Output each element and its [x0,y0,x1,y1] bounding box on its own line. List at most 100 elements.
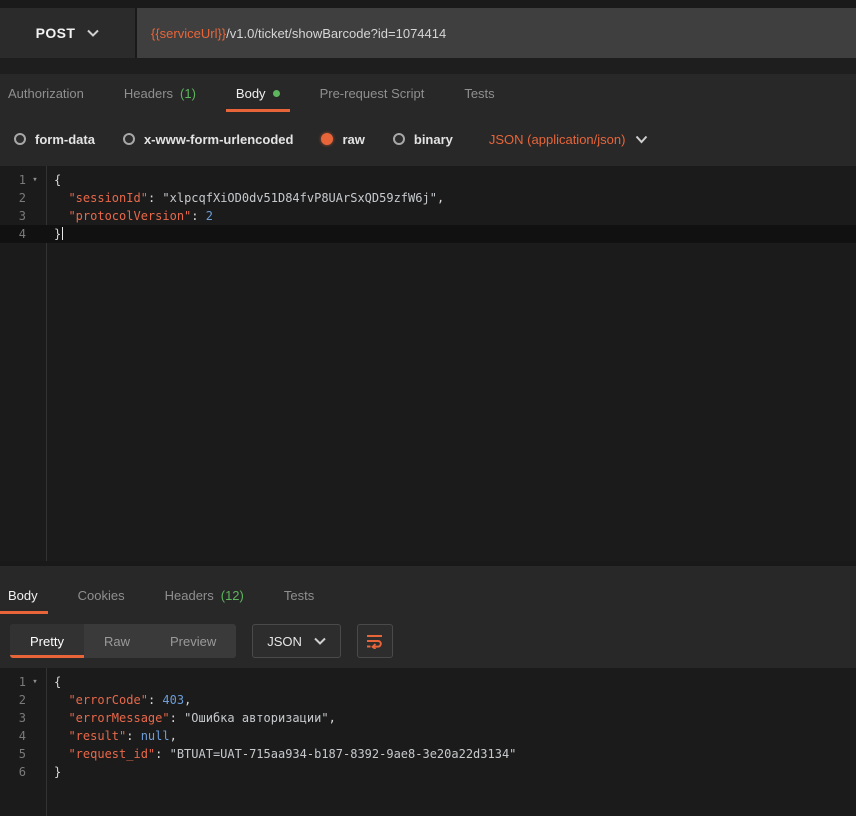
line-gutter: 4 [0,225,46,243]
content-type-label: JSON (application/json) [488,131,626,147]
code-line: 1 ▾ { [0,171,856,189]
line-gutter: 2 [0,691,46,709]
body-filled-dot [272,89,280,97]
option-raw[interactable]: raw [321,131,365,147]
view-mode-switch: Pretty Raw Preview [10,624,237,658]
code-text: "request_id": "BTUAT=UAT-715aa934-b187-8… [68,747,517,761]
view-pretty-button[interactable]: Pretty [10,624,84,658]
request-url-bar: POST {{serviceUrl}}/v1.0/ticket/showBarc… [0,8,856,58]
response-headers-count-badge: (12) [220,587,244,603]
method-label: POST [35,25,76,41]
view-raw-button[interactable]: Raw [84,624,150,658]
code-line: 4 "result": null, [0,727,856,745]
url-variable: {{serviceUrl}} [151,25,227,41]
line-gutter: 6 [0,763,46,781]
fold-caret-icon[interactable]: ▾ [26,673,44,691]
header-gap [0,58,856,74]
radio-raw[interactable] [321,133,334,145]
tab-label: Tests [283,587,315,603]
view-preview-button[interactable]: Preview [150,624,236,658]
body-type-row: form-data x-www-form-urlencoded raw bina… [0,112,856,166]
text-cursor [62,227,64,240]
radio-urlencoded[interactable] [122,133,135,145]
format-label: JSON [267,633,302,649]
code-line: 2 "errorCode": 403, [0,691,856,709]
line-gutter: 1 ▾ [0,673,46,691]
option-label: form-data [35,131,95,147]
response-tab-body[interactable]: Body [0,576,58,614]
code-line: 1 ▾ { [0,673,856,691]
code-line: 2 "sessionId": "xlpcqfXiOD0dv51D84fvP8UA… [0,189,856,207]
code-text: } [54,227,64,241]
option-label: raw [342,131,365,147]
code-text: } [54,765,62,779]
code-text: { [54,675,62,689]
response-body-editor[interactable]: 1 ▾{2 "errorCode": 403, 3 "errorMessage": … [0,668,856,816]
response-tabs: Body Cookies Headers (12) Tests [0,566,856,614]
radio-binary[interactable] [392,133,405,145]
radio-form-data[interactable] [14,133,26,145]
code-text: "errorMessage": "Ошибка авторизации", [68,711,336,725]
chevron-down-icon [636,135,648,143]
headers-count-badge: (1) [180,85,196,101]
option-form-data[interactable]: form-data [14,132,95,147]
code-text: "result": null, [68,729,177,743]
tab-tests[interactable]: Tests [444,74,514,112]
wrap-text-icon [367,635,383,649]
request-tabs: Authorization Headers (1) Body Pre-reque… [0,74,856,112]
code-line: 3 "errorMessage": "Ошибка авторизации", [0,709,856,727]
line-gutter: 3 [0,207,46,225]
method-select[interactable]: POST [0,8,137,58]
code-text: "errorCode": 403, [68,693,192,707]
seg-label: Pretty [30,633,64,649]
content-type-select[interactable]: JSON (application/json) [489,132,649,147]
response-tab-tests[interactable]: Tests [264,576,334,614]
fold-caret-icon[interactable]: ▾ [26,171,44,189]
seg-label: Preview [169,633,217,649]
tab-headers[interactable]: Headers (1) [104,74,216,112]
response-format-select[interactable]: JSON [252,624,341,658]
tab-pre-request-script[interactable]: Pre-request Script [300,74,445,112]
line-gutter: 1 ▾ [0,171,46,189]
tab-label: Headers [123,85,174,101]
line-gutter: 5 [0,745,46,763]
tab-label: Body [235,85,266,101]
tab-label: Pre-request Script [319,85,425,101]
code-text: "sessionId": "xlpcqfXiOD0dv51D84fvP8UArS… [68,191,445,205]
wrap-lines-button[interactable] [356,624,393,658]
code-text: "protocolVersion": 2 [68,209,213,223]
url-input[interactable]: {{serviceUrl}}/v1.0/ticket/showBarcode?i… [137,8,856,58]
option-label: x-www-form-urlencoded [143,131,294,147]
option-binary[interactable]: binary [392,132,453,147]
code-line: 3 "protocolVersion": 2 [0,207,856,225]
tab-authorization[interactable]: Authorization [0,74,104,112]
request-body-editor[interactable]: 1 ▾ {2 "sessionId": "xlpcqfXiOD0dv51D84fvP… [0,166,856,561]
code-text: { [54,173,62,187]
tab-label: Cookies [77,587,125,603]
url-path: /v1.0/ticket/showBarcode?id=1074414 [226,25,447,41]
response-toolbar: Pretty Raw Preview JSON [0,614,856,668]
tab-label: Headers [164,587,214,603]
chevron-down-icon [314,637,326,645]
tab-label: Tests [464,85,495,101]
tab-body[interactable]: Body [216,74,300,112]
code-line: 6} [0,763,856,781]
line-gutter: 3 [0,709,46,727]
postman-window: POST {{serviceUrl}}/v1.0/ticket/showBarc… [0,0,856,816]
tab-label: Body [8,587,38,603]
chevron-down-icon [87,29,100,37]
response-tab-cookies[interactable]: Cookies [58,576,145,614]
line-gutter: 4 [0,727,46,745]
top-strip [0,0,856,8]
seg-label: Raw [103,633,130,649]
option-urlencoded[interactable]: x-www-form-urlencoded [122,131,294,147]
response-tab-headers[interactable]: Headers (12) [145,576,264,614]
